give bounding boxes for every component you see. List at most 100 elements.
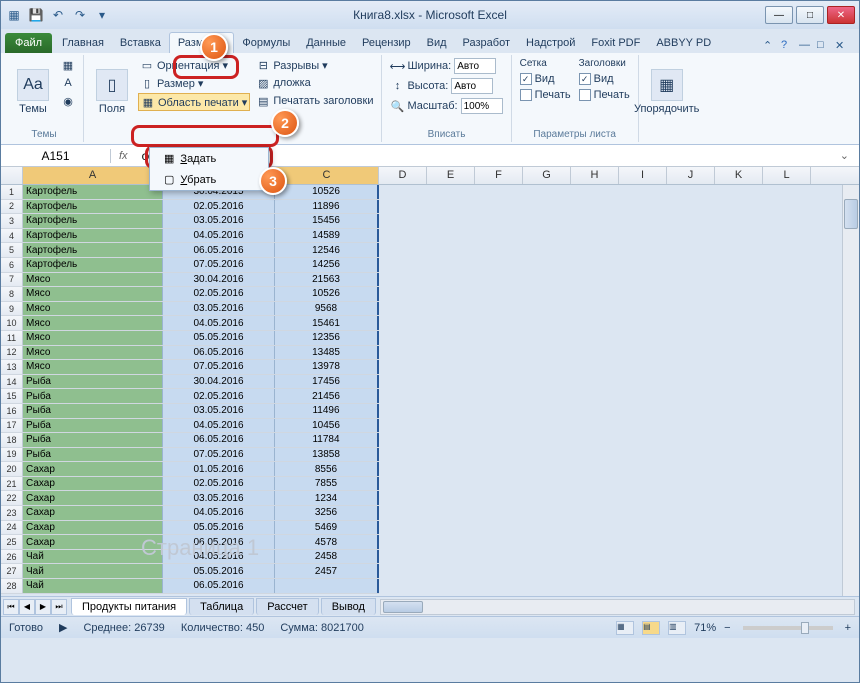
row-header[interactable]: 1 [1, 185, 23, 199]
cell[interactable]: 01.05.2016 [163, 462, 275, 476]
tab-file[interactable]: Файл [5, 33, 52, 53]
cell[interactable]: 15456 [275, 214, 379, 228]
minimize-ribbon-icon[interactable]: ⌃ [763, 39, 777, 53]
horizontal-scrollbar[interactable] [380, 599, 855, 615]
table-row[interactable]: 6Картофель07.05.201614256 [1, 258, 379, 273]
col-D[interactable]: D [379, 167, 427, 184]
grid-view[interactable]: ✓Вид [518, 72, 573, 86]
table-row[interactable]: 8Мясо02.05.201610526 [1, 287, 379, 302]
table-row[interactable]: 27Чай05.05.20162457 [1, 564, 379, 579]
table-row[interactable]: 3Картофель03.05.201615456 [1, 214, 379, 229]
sheet-nav-next[interactable]: ▶ [35, 599, 51, 615]
cell[interactable]: 11496 [275, 404, 379, 418]
fx-icon[interactable]: fx [111, 150, 136, 162]
margins-button[interactable]: ▯ Поля [90, 57, 134, 127]
tab-view[interactable]: Вид [419, 33, 455, 53]
row-header[interactable]: 6 [1, 258, 23, 272]
cell[interactable]: 15461 [275, 316, 379, 330]
row-header[interactable]: 14 [1, 375, 23, 389]
row-header[interactable]: 26 [1, 550, 23, 564]
sheet-nav-prev[interactable]: ◀ [19, 599, 35, 615]
col-C[interactable]: C [275, 167, 379, 184]
row-header[interactable]: 22 [1, 491, 23, 505]
table-row[interactable]: 24Сахар05.05.20165469 [1, 521, 379, 536]
cell[interactable]: Картофель [23, 214, 163, 228]
view-pagebreak[interactable]: ▥ [668, 621, 686, 635]
arrange-button[interactable]: ▦ Упорядочить [645, 57, 689, 127]
zoom-out[interactable]: − [724, 622, 730, 634]
cell[interactable]: 06.05.2016 [163, 579, 275, 593]
table-row[interactable]: 4Картофель04.05.201614589 [1, 229, 379, 244]
row-header[interactable]: 5 [1, 243, 23, 257]
win-restore-icon[interactable]: □ [817, 39, 831, 53]
cell[interactable]: 9568 [275, 302, 379, 316]
cell[interactable]: Мясо [23, 346, 163, 360]
row-header[interactable]: 11 [1, 331, 23, 345]
row-header[interactable]: 7 [1, 273, 23, 287]
cell[interactable]: 8556 [275, 462, 379, 476]
table-row[interactable]: 21Сахар02.05.20167855 [1, 477, 379, 492]
row-header[interactable]: 18 [1, 433, 23, 447]
expand-formula-icon[interactable]: ⌄ [830, 149, 859, 162]
zoom-in[interactable]: + [845, 622, 851, 634]
cell[interactable]: 7855 [275, 477, 379, 491]
row-header[interactable]: 2 [1, 200, 23, 214]
height-input[interactable] [451, 78, 493, 94]
cell[interactable]: 30.04.2016 [163, 273, 275, 287]
macro-icon[interactable]: ▶ [59, 621, 67, 634]
tab-foxit[interactable]: Foxit PDF [583, 33, 648, 53]
headings-print[interactable]: Печать [577, 88, 632, 102]
cell[interactable]: 04.05.2016 [163, 506, 275, 520]
cell[interactable]: 02.05.2016 [163, 477, 275, 491]
cell[interactable]: Рыба [23, 375, 163, 389]
zoom-slider[interactable] [743, 626, 833, 630]
row-header[interactable]: 28 [1, 579, 23, 593]
table-row[interactable]: 10Мясо04.05.201615461 [1, 316, 379, 331]
table-row[interactable]: 28Чай06.05.2016 [1, 579, 379, 594]
cell[interactable]: 04.05.2016 [163, 229, 275, 243]
cell[interactable]: Картофель [23, 243, 163, 257]
qat-more-icon[interactable]: ▾ [93, 6, 111, 24]
grid-print[interactable]: Печать [518, 88, 573, 102]
tab-insert[interactable]: Вставка [112, 33, 169, 53]
col-E[interactable]: E [427, 167, 475, 184]
sheet-tab-2[interactable]: Таблица [189, 598, 254, 615]
redo-icon[interactable]: ↷ [71, 6, 89, 24]
table-row[interactable]: 18Рыба06.05.201611784 [1, 433, 379, 448]
print-area-button[interactable]: ▦Область печати ▾ [138, 93, 250, 111]
cell[interactable]: 13858 [275, 448, 379, 462]
cell[interactable]: 14589 [275, 229, 379, 243]
cell[interactable]: 05.05.2016 [163, 521, 275, 535]
name-box[interactable]: A151 [1, 149, 111, 163]
cell[interactable]: 02.05.2016 [163, 200, 275, 214]
cell[interactable]: 06.05.2016 [163, 433, 275, 447]
sheet-nav-last[interactable]: ⏭ [51, 599, 67, 615]
cell[interactable]: Чай [23, 550, 163, 564]
row-header[interactable]: 3 [1, 214, 23, 228]
cell[interactable]: 21563 [275, 273, 379, 287]
row-header[interactable]: 20 [1, 462, 23, 476]
cell[interactable]: Мясо [23, 302, 163, 316]
cell[interactable]: 13485 [275, 346, 379, 360]
cell[interactable]: 06.05.2016 [163, 535, 275, 549]
cell[interactable]: Картофель [23, 200, 163, 214]
undo-icon[interactable]: ↶ [49, 6, 67, 24]
dropdown-set[interactable]: ▦ЗЗадатьадать [150, 148, 268, 169]
row-header[interactable]: 25 [1, 535, 23, 549]
tab-data[interactable]: Данные [298, 33, 354, 53]
row-header[interactable]: 24 [1, 521, 23, 535]
row-header[interactable]: 15 [1, 389, 23, 403]
cell[interactable]: 07.05.2016 [163, 258, 275, 272]
cell[interactable]: 04.05.2016 [163, 419, 275, 433]
row-header[interactable]: 12 [1, 346, 23, 360]
cell[interactable]: Чай [23, 579, 163, 593]
tab-review[interactable]: Рецензир [354, 33, 419, 53]
col-F[interactable]: F [475, 167, 523, 184]
cell[interactable]: Сахар [23, 462, 163, 476]
cell[interactable]: Сахар [23, 521, 163, 535]
table-row[interactable]: 13Мясо07.05.201613978 [1, 360, 379, 375]
cell[interactable]: 2457 [275, 564, 379, 578]
cell[interactable]: 03.05.2016 [163, 214, 275, 228]
tab-dev[interactable]: Разработ [455, 33, 518, 53]
col-H[interactable]: H [571, 167, 619, 184]
